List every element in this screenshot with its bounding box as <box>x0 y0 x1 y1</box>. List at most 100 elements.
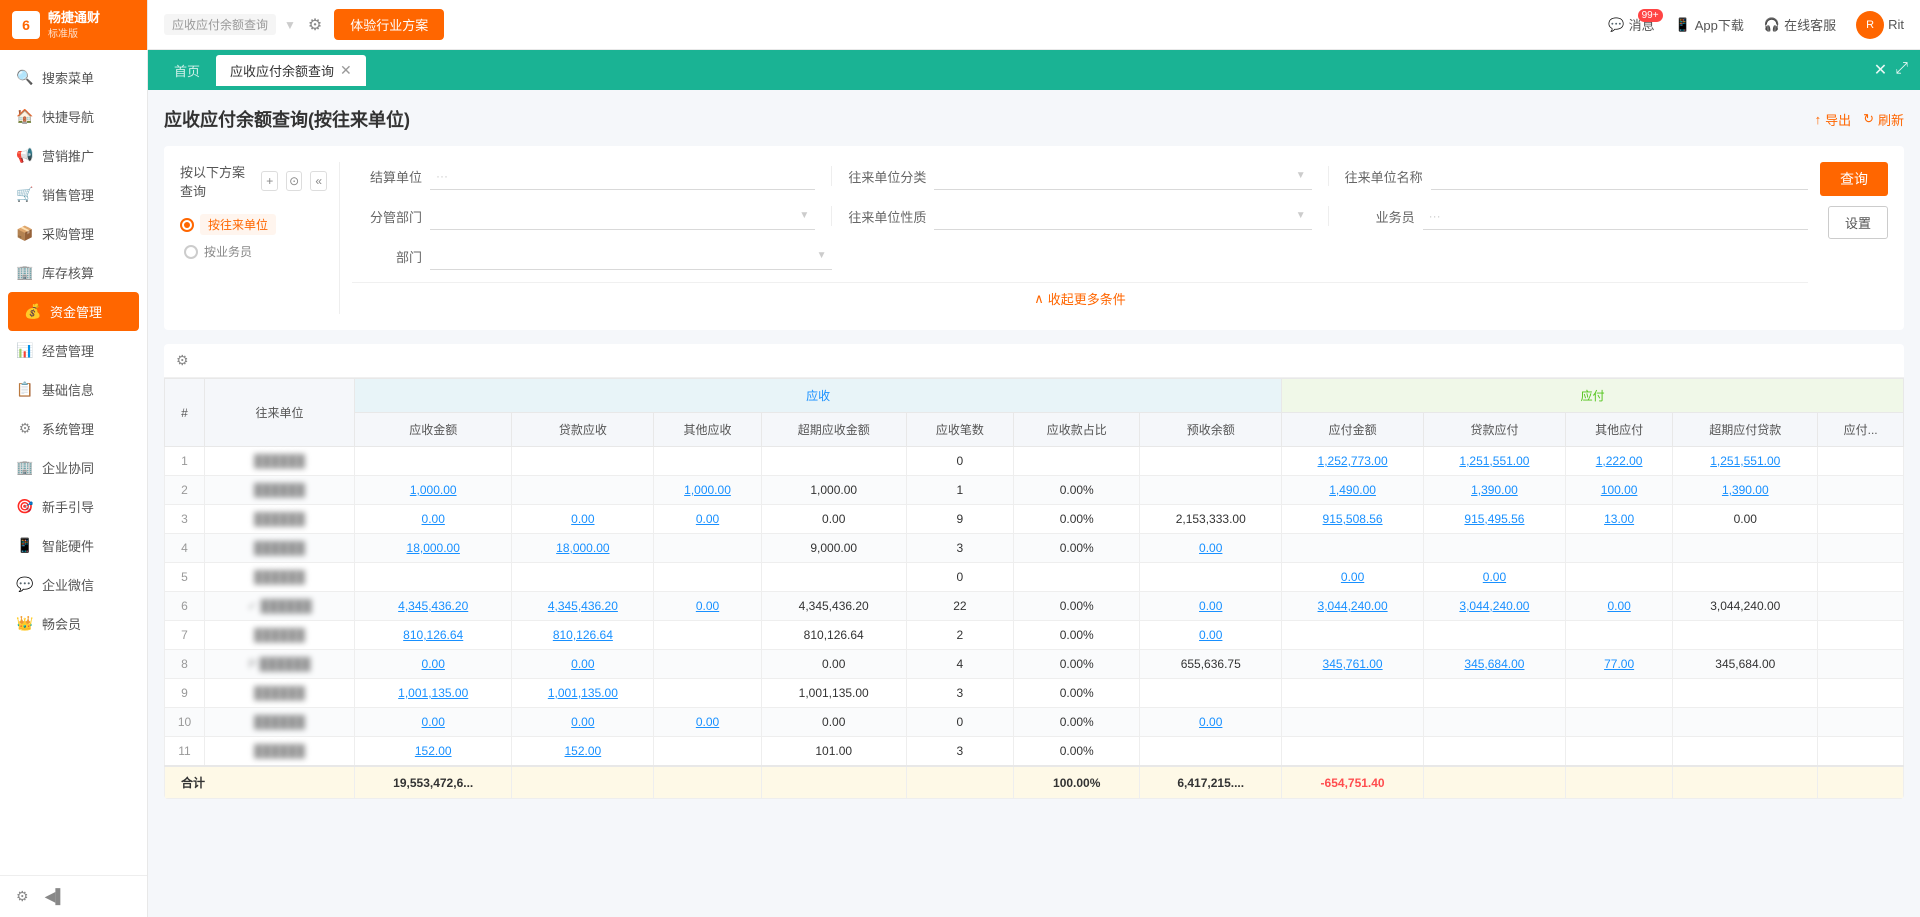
input-section-dept[interactable]: ▼ <box>430 242 832 270</box>
dropdown-arrow-icon: ▼ <box>284 18 296 32</box>
by-unit-label: 按往来单位 <box>200 214 276 235</box>
filter-partner-nature: 往来单位性质 ▼ <box>848 202 1311 230</box>
cell-partner: ██████ <box>205 447 355 476</box>
sidebar-item-purchase[interactable]: 📦 采购管理 <box>0 214 147 253</box>
finance-icon: 💰 <box>24 303 42 320</box>
input-partner-cat[interactable]: ▼ <box>934 162 1311 190</box>
export-icon: ↑ <box>1815 112 1822 127</box>
th-ap-loan: 贷款应付 <box>1424 413 1566 447</box>
operations-icon: 📊 <box>16 342 34 359</box>
set-btn[interactable]: 设置 <box>1828 206 1888 239</box>
input-partner-name[interactable] <box>1431 162 1808 190</box>
filter-btn-col: 查询 设置 <box>1808 162 1888 314</box>
page-content: 应收应付余额查询(按往来单位) ↑ 导出 ↻ 刷新 <box>148 90 1920 917</box>
filter-salesperson: 业务员 ··· <box>1345 202 1808 230</box>
input-settlement[interactable]: ··· <box>430 162 815 190</box>
sidebar-label: 基础信息 <box>42 380 94 399</box>
th-ar-group: 应收 <box>355 379 1282 413</box>
tab-close-window-btn[interactable]: ✕ <box>1874 60 1887 80</box>
collapse-more-btn[interactable]: ∧ 收起更多条件 <box>352 282 1808 314</box>
table-body: 1 ██████ 0 1,252,773.00 <box>165 447 1904 767</box>
th-ap-other: 其他应付 <box>1565 413 1672 447</box>
add-scheme-btn[interactable]: + <box>261 171 278 191</box>
export-btn[interactable]: ↑ 导出 <box>1815 110 1852 129</box>
sidebar-label: 资金管理 <box>50 302 102 321</box>
filter-settlement-unit: 结算单位 ··· <box>352 162 815 190</box>
header-gear-icon[interactable]: ⚙ <box>308 15 322 35</box>
input-salesperson[interactable]: ··· <box>1423 202 1808 230</box>
scheme-label: 按以下方案查询 <box>180 162 253 200</box>
th-partner: 往来单位 <box>205 379 355 447</box>
sidebar-item-enterprise[interactable]: 🏢 企业协同 <box>0 448 147 487</box>
sidebar-item-base-info[interactable]: 📋 基础信息 <box>0 370 147 409</box>
sidebar-item-finance[interactable]: 💰 资金管理 <box>8 292 139 331</box>
footer-settings-btn[interactable]: ⚙ <box>16 888 29 905</box>
sidebar-item-smart-hw[interactable]: 📱 智能硬件 <box>0 526 147 565</box>
footer-row: 合计 19,553,472,6... 100.00% 6,417,215....… <box>165 766 1904 799</box>
page-title-bar: 应收应付余额查询(按往来单位) ↑ 导出 ↻ 刷新 <box>164 106 1904 132</box>
sidebar-item-quick-nav[interactable]: 🏠 快捷导航 <box>0 97 147 136</box>
main-area: 应收应付余额查询 ▼ ⚙ 体验行业方案 💬 消息 99+ 📱 App下载 🎧 <box>148 0 1920 917</box>
sidebar: 6 畅捷通财 标准版 🔍 搜索菜单 🏠 快捷导航 📢 营销推广 🛒 销售 <box>0 0 148 917</box>
sidebar-item-guide[interactable]: 🎯 新手引导 <box>0 487 147 526</box>
tab-close-btn[interactable]: ✕ <box>340 62 352 79</box>
sidebar-item-system[interactable]: ⚙ 系统管理 <box>0 409 147 448</box>
sidebar-item-marketing[interactable]: 📢 营销推广 <box>0 136 147 175</box>
try-industry-btn[interactable]: 体验行业方案 <box>334 9 444 40</box>
radio-by-staff <box>184 245 198 259</box>
user-profile-btn[interactable]: R Rit <box>1856 11 1904 39</box>
sidebar-item-member[interactable]: 👑 畅会员 <box>0 604 147 643</box>
sidebar-nav: 🔍 搜索菜单 🏠 快捷导航 📢 营销推广 🛒 销售管理 📦 采购管理 🏢 <box>0 50 147 875</box>
service-label: 在线客服 <box>1784 15 1836 34</box>
th-ar-amount: 应收金额 <box>355 413 512 447</box>
sidebar-item-search-menu[interactable]: 🔍 搜索菜单 <box>0 58 147 97</box>
sidebar-label: 营销推广 <box>42 146 94 165</box>
breadcrumb-text: 应收应付余额查询 <box>164 14 276 35</box>
dropdown-icon: ▼ <box>1296 170 1306 181</box>
option-by-staff[interactable]: 按业务员 <box>184 243 327 260</box>
online-service-btn[interactable]: 🎧 在线客服 <box>1764 15 1836 34</box>
sidebar-label: 搜索菜单 <box>42 68 94 87</box>
refresh-btn[interactable]: ↻ 刷新 <box>1863 110 1904 129</box>
notifications-btn[interactable]: 💬 消息 99+ <box>1608 15 1654 34</box>
base-info-icon: 📋 <box>16 381 34 398</box>
footer-collapse-btn[interactable]: ◀▌ <box>45 888 66 905</box>
table-settings-icon[interactable]: ⚙ <box>176 352 189 368</box>
table-row: 1 ██████ 0 1,252,773.00 <box>165 447 1904 476</box>
input-dept[interactable]: ▼ <box>430 202 815 230</box>
sidebar-item-inventory[interactable]: 🏢 库存核算 <box>0 253 147 292</box>
sidebar-item-sales[interactable]: 🛒 销售管理 <box>0 175 147 214</box>
query-btn[interactable]: 查询 <box>1820 162 1888 196</box>
filter-partner-category: 往来单位分类 ▼ <box>848 162 1311 190</box>
data-table: # 往来单位 应收 应付 应收金额 贷款应收 其他应收 超期应收金额 <box>164 378 1904 799</box>
cell-ap-amount[interactable]: 1,252,773.00 <box>1282 447 1424 476</box>
sidebar-item-wechat[interactable]: 💬 企业微信 <box>0 565 147 604</box>
th-ar-ratio: 应收款占比 <box>1014 413 1140 447</box>
label-dept: 分管部门 <box>352 207 422 226</box>
edit-scheme-btn[interactable]: ⊙ <box>286 171 303 191</box>
tab-ar-ap-query[interactable]: 应收应付余额查询 ✕ <box>216 55 366 86</box>
section-dept-dropdown-icon: ▼ <box>817 250 827 261</box>
input-partner-nature[interactable]: ▼ <box>934 202 1311 230</box>
tab-home[interactable]: 首页 <box>160 55 214 86</box>
sidebar-label: 企业微信 <box>42 575 94 594</box>
avatar: R <box>1856 11 1884 39</box>
sidebar-footer: ⚙ ◀▌ <box>0 875 147 917</box>
search-scheme: 按以下方案查询 + ⊙ « 按往来单位 <box>180 162 340 314</box>
table-row: 11 ██████ 152.00 152.00 101.00 3 0.00% <box>165 737 1904 767</box>
tab-bar: 首页 应收应付余额查询 ✕ ✕ ⤢ <box>148 50 1920 90</box>
dept-dropdown-icon: ▼ <box>799 210 809 221</box>
filter-section-dept: 部门 ▼ <box>352 242 832 270</box>
tab-expand-btn[interactable]: ⤢ <box>1895 60 1908 80</box>
title-actions: ↑ 导出 ↻ 刷新 <box>1815 110 1904 129</box>
option-by-unit[interactable]: 按往来单位 <box>180 214 327 235</box>
app-version: 标准版 <box>48 25 100 40</box>
sidebar-item-operations[interactable]: 📊 经营管理 <box>0 331 147 370</box>
breadcrumb: 应收应付余额查询 ▼ <box>164 14 296 35</box>
search-menu-icon: 🔍 <box>16 69 34 86</box>
app-download-btn[interactable]: 📱 App下载 <box>1675 15 1744 34</box>
enterprise-icon: 🏢 <box>16 459 34 476</box>
home-icon: 🏠 <box>16 108 34 125</box>
collapse-scheme-btn[interactable]: « <box>310 171 327 191</box>
search-main: 按以下方案查询 + ⊙ « 按往来单位 <box>180 162 1888 314</box>
